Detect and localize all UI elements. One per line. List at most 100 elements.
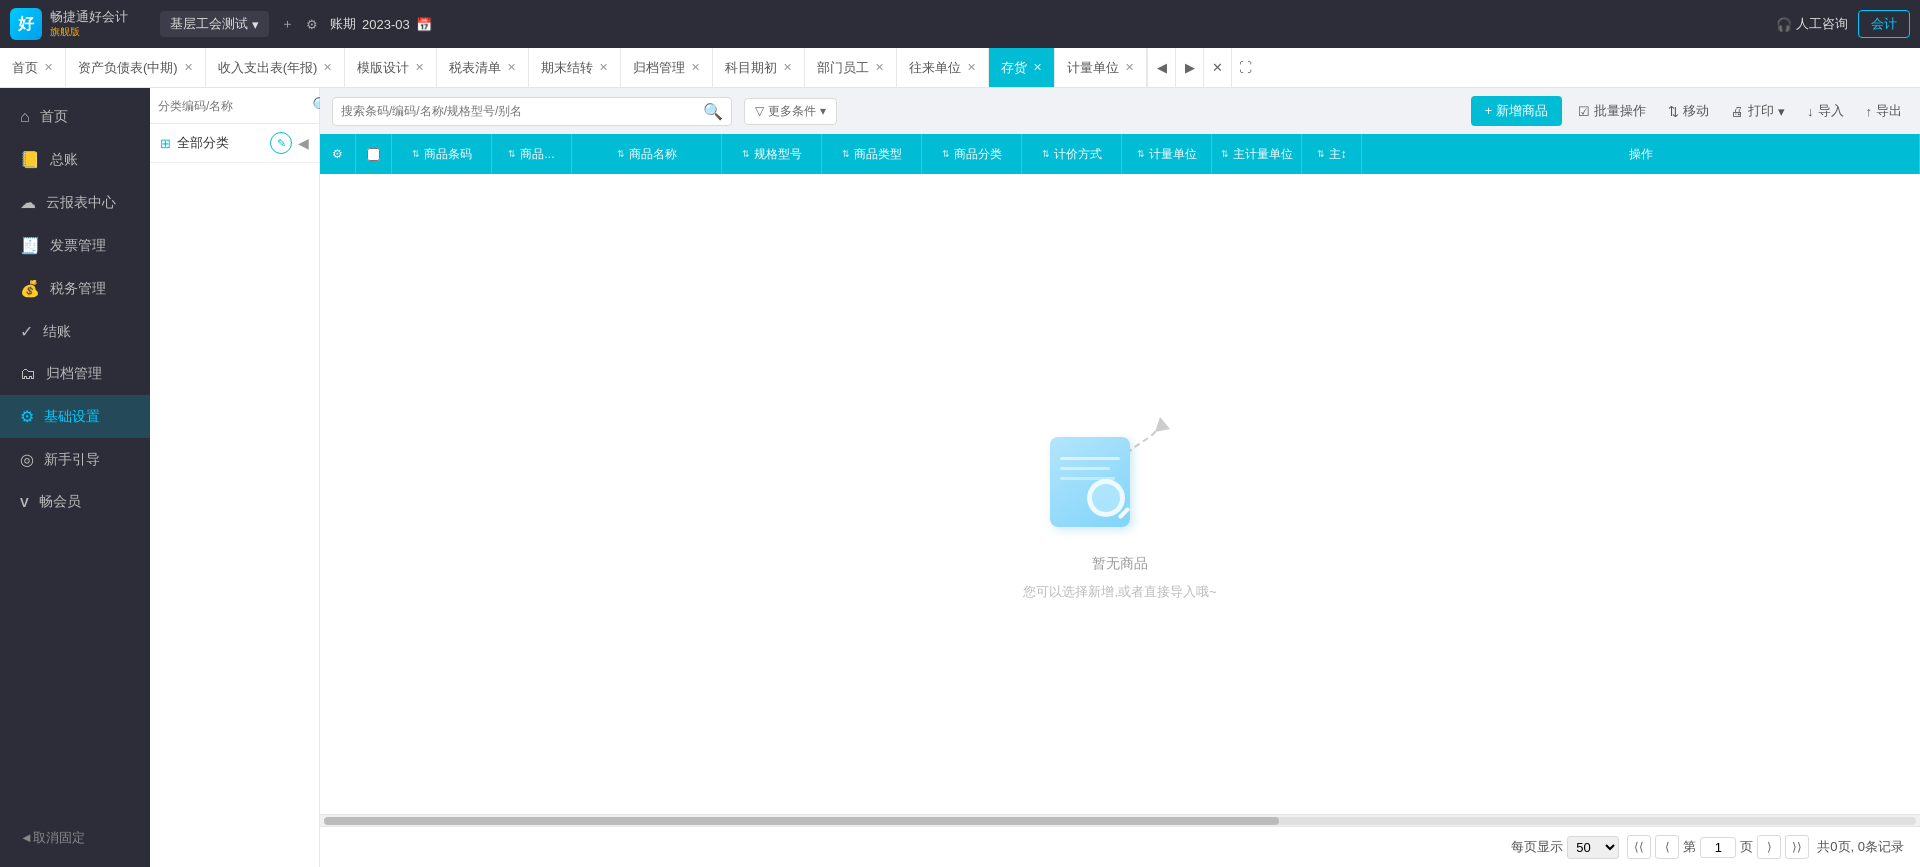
export-button[interactable]: ↑ 导出 xyxy=(1860,98,1909,124)
tab-template-close[interactable]: ✕ xyxy=(415,61,424,74)
batch-operate-button[interactable]: ☑ 批量操作 xyxy=(1572,98,1652,124)
th-model[interactable]: ⇅ 规格型号 xyxy=(722,134,822,174)
scroll-track[interactable] xyxy=(324,817,1916,825)
th-category[interactable]: ⇅ 商品分类 xyxy=(922,134,1022,174)
print-button[interactable]: 🖨 打印 ▾ xyxy=(1725,98,1791,124)
move-label: 移动 xyxy=(1683,102,1709,120)
filter-icon: ▽ xyxy=(755,104,764,118)
page-last-btn[interactable]: ⟩⟩ xyxy=(1785,835,1809,859)
sidebar-item-settle[interactable]: ✓ 结账 xyxy=(0,310,150,353)
select-all-checkbox[interactable] xyxy=(367,148,380,161)
sidebar-item-home[interactable]: ⌂ 首页 xyxy=(0,96,150,138)
category-search-input[interactable] xyxy=(158,99,308,113)
th-code[interactable]: ⇅ 商品... xyxy=(492,134,572,174)
settings-icon[interactable]: ⚙ xyxy=(306,17,318,32)
th-price-label: 计价方式 xyxy=(1054,146,1102,163)
pagination: 每页显示 20 50 100 200 ⟨⟨ ⟨ 第 页 xyxy=(320,826,1920,867)
th-settings[interactable]: ⚙ xyxy=(320,134,356,174)
import-button[interactable]: ↓ 导入 xyxy=(1801,98,1850,124)
sidebar-item-report[interactable]: ☁ 云报表中心 xyxy=(0,181,150,224)
sidebar-item-member[interactable]: V 畅会员 xyxy=(0,481,150,523)
th-price[interactable]: ⇅ 计价方式 xyxy=(1022,134,1122,174)
tab-period-end-label: 期末结转 xyxy=(541,59,593,77)
th-name[interactable]: ⇅ 商品名称 xyxy=(572,134,722,174)
sidebar-item-archive[interactable]: 🗂 归档管理 xyxy=(0,353,150,395)
tab-inventory[interactable]: 存货 ✕ xyxy=(989,48,1055,88)
product-search-box: 🔍 xyxy=(332,97,732,126)
tab-home-close[interactable]: ✕ xyxy=(44,61,53,74)
tab-tax-label: 税表清单 xyxy=(449,59,501,77)
empty-desc: 您可以选择新增,或者直接导入哦~ xyxy=(1023,583,1216,601)
headset-icon: 🎧 xyxy=(1776,17,1792,32)
th-unit[interactable]: ⇅ 计量单位 xyxy=(1122,134,1212,174)
all-category-label[interactable]: 全部分类 xyxy=(177,134,264,152)
th-type-label: 商品类型 xyxy=(854,146,902,163)
tab-income[interactable]: 收入支出表(年报) ✕ xyxy=(206,48,346,88)
member-icon: V xyxy=(20,495,29,510)
empty-doc-icon xyxy=(1050,437,1130,527)
edit-category-icon[interactable]: ✎ xyxy=(270,132,292,154)
tab-template[interactable]: 模版设计 ✕ xyxy=(345,48,437,88)
app-logo: 好 xyxy=(10,8,42,40)
filter-chevron-icon: ▾ xyxy=(820,104,826,118)
sidebar-item-guide[interactable]: ◎ 新手引导 xyxy=(0,438,150,481)
add-product-button[interactable]: + 新增商品 xyxy=(1471,96,1562,126)
sidebar-item-invoice[interactable]: 🧾 发票管理 xyxy=(0,224,150,267)
tab-nav-right[interactable]: ▶ xyxy=(1175,48,1203,88)
tab-asset[interactable]: 资产负债表(中期) ✕ xyxy=(66,48,206,88)
page-next-btn[interactable]: ⟩ xyxy=(1757,835,1781,859)
tab-nav-left[interactable]: ◀ xyxy=(1147,48,1175,88)
empty-state: 暂无商品 您可以选择新增,或者直接导入哦~ xyxy=(320,174,1920,814)
page-size-select[interactable]: 20 50 100 200 xyxy=(1567,836,1619,859)
tab-close-all[interactable]: ✕ xyxy=(1203,48,1231,88)
tab-inventory-close[interactable]: ✕ xyxy=(1033,61,1042,74)
tab-home[interactable]: 首页 ✕ xyxy=(0,48,66,88)
page-input[interactable] xyxy=(1700,837,1736,858)
tab-period-end[interactable]: 期末结转 ✕ xyxy=(529,48,621,88)
th-type[interactable]: ⇅ 商品类型 xyxy=(822,134,922,174)
tab-partner-label: 往来单位 xyxy=(909,59,961,77)
search-icon[interactable]: 🔍 xyxy=(703,102,723,121)
tab-unit-close[interactable]: ✕ xyxy=(1125,61,1134,74)
horizontal-scrollbar[interactable] xyxy=(320,814,1920,826)
scroll-thumb[interactable] xyxy=(324,817,1279,825)
tab-partner[interactable]: 往来单位 ✕ xyxy=(897,48,989,88)
sidebar-item-ledger[interactable]: 📒 总账 xyxy=(0,138,150,181)
page-first-btn[interactable]: ⟨⟨ xyxy=(1627,835,1651,859)
top-bar: 好 畅捷通好会计 旗舰版 基层工会测试 ▾ ＋ ⚙ 账期 2023-03 📅 🎧… xyxy=(0,0,1920,48)
collapse-panel-btn[interactable]: ◀ xyxy=(298,135,309,151)
tab-asset-close[interactable]: ✕ xyxy=(184,61,193,74)
consult-label: 人工咨询 xyxy=(1796,15,1848,33)
move-icon: ⇅ xyxy=(1668,104,1679,119)
tab-unit[interactable]: 计量单位 ✕ xyxy=(1055,48,1147,88)
th-main-unit[interactable]: ⇅ 主计量单位 xyxy=(1212,134,1302,174)
tab-tax[interactable]: 税表清单 ✕ xyxy=(437,48,529,88)
move-button[interactable]: ⇅ 移动 xyxy=(1662,98,1715,124)
th-barcode[interactable]: ⇅ 商品条码 xyxy=(392,134,492,174)
page-prev-btn[interactable]: ⟨ xyxy=(1655,835,1679,859)
consult-button[interactable]: 🎧 人工咨询 xyxy=(1776,15,1848,33)
more-filter-button[interactable]: ▽ 更多条件 ▾ xyxy=(744,98,837,125)
tab-partner-close[interactable]: ✕ xyxy=(967,61,976,74)
sidebar-item-tax[interactable]: 💰 税务管理 xyxy=(0,267,150,310)
product-search-input[interactable] xyxy=(341,104,697,118)
calendar-icon[interactable]: 📅 xyxy=(416,17,432,32)
tab-tax-close[interactable]: ✕ xyxy=(507,61,516,74)
tab-dept[interactable]: 部门员工 ✕ xyxy=(805,48,897,88)
tab-subject-close[interactable]: ✕ xyxy=(783,61,792,74)
company-selector[interactable]: 基层工会测试 ▾ xyxy=(160,11,269,37)
tab-dept-close[interactable]: ✕ xyxy=(875,61,884,74)
tab-expand[interactable]: ⛶ xyxy=(1231,48,1259,88)
tab-period-end-close[interactable]: ✕ xyxy=(599,61,608,74)
add-icon[interactable]: ＋ xyxy=(281,15,294,33)
tab-income-close[interactable]: ✕ xyxy=(323,61,332,74)
sidebar-item-basic[interactable]: ⚙ 基础设置 xyxy=(0,395,150,438)
sidebar-collapse-btn[interactable]: ◄取消固定 xyxy=(0,817,150,859)
tab-archive[interactable]: 归档管理 ✕ xyxy=(621,48,713,88)
tab-archive-close[interactable]: ✕ xyxy=(691,61,700,74)
th-check[interactable] xyxy=(356,134,392,174)
kuaiji-button[interactable]: 会计 xyxy=(1858,10,1910,38)
th-num[interactable]: ⇅ 主↕ xyxy=(1302,134,1362,174)
sidebar-label-guide: 新手引导 xyxy=(44,451,100,469)
tab-subject[interactable]: 科目期初 ✕ xyxy=(713,48,805,88)
